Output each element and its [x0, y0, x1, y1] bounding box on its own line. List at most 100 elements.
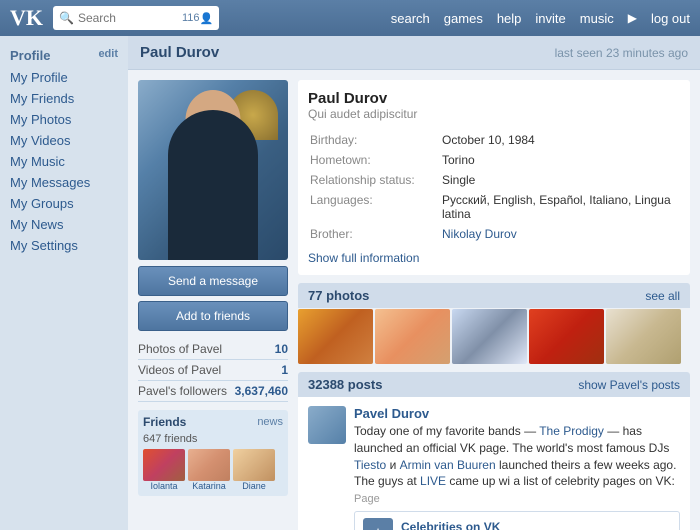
- sidebar-item-my-settings[interactable]: My Settings: [0, 235, 128, 256]
- nav-logout[interactable]: log out: [651, 11, 690, 26]
- profile-name-bar: Paul Durov: [140, 44, 219, 61]
- nav-search[interactable]: search: [391, 11, 430, 26]
- friend-name-1: Iolanta: [150, 481, 177, 491]
- shared-card-title: Celebrities on VK: [401, 520, 563, 530]
- photos-see-all-link[interactable]: see all: [645, 289, 680, 303]
- sidebar-item-my-profile[interactable]: My Profile: [0, 67, 128, 88]
- friend-img-2: [188, 449, 230, 481]
- languages-row: Languages: Русский, English, Español, It…: [310, 191, 678, 223]
- armin-link[interactable]: Armin van Buuren: [400, 458, 496, 472]
- posts-count-title: 32388 posts: [308, 377, 382, 392]
- post-content: Pavel Durov Today one of my favorite ban…: [354, 406, 680, 530]
- nav-games[interactable]: games: [444, 11, 483, 26]
- post-item: Pavel Durov Today one of my favorite ban…: [298, 398, 690, 530]
- show-full-link[interactable]: Show full information: [308, 251, 680, 265]
- photo-thumb-3[interactable]: [452, 309, 527, 364]
- hometown-value: Torino: [442, 151, 678, 169]
- sidebar-item-my-groups[interactable]: My Groups: [0, 193, 128, 214]
- photos-stat-value[interactable]: 10: [275, 342, 288, 356]
- page-label: Page: [354, 493, 680, 505]
- profile-tagline: Qui audet adipiscitur: [308, 107, 680, 121]
- languages-value: Русский, English, Español, Italiano, Lin…: [442, 191, 678, 223]
- top-navigation: VK 🔍 116 👤 search games help invite musi…: [0, 0, 700, 36]
- relationship-value: Single: [442, 171, 678, 189]
- sidebar-item-my-photos[interactable]: My Photos: [0, 109, 128, 130]
- profile-avatar: [138, 80, 288, 260]
- friends-news-link[interactable]: news: [257, 416, 283, 428]
- sidebar-item-my-friends[interactable]: My Friends: [0, 88, 128, 109]
- languages-label: Languages:: [310, 191, 440, 223]
- nav-music[interactable]: music: [580, 11, 614, 26]
- shared-card-info: Celebrities on VK Artists, Musicians and…: [401, 520, 563, 530]
- photo-thumb-1[interactable]: [298, 309, 373, 364]
- nav-help[interactable]: help: [497, 11, 522, 26]
- profile-info-card: Paul Durov Qui audet adipiscitur Birthda…: [298, 80, 690, 275]
- sidebar-item-my-music[interactable]: My Music: [0, 151, 128, 172]
- search-box[interactable]: 🔍 116 👤: [53, 6, 219, 30]
- videos-stat-value[interactable]: 1: [281, 363, 288, 377]
- live-link[interactable]: LIVE: [420, 474, 446, 488]
- brother-label: Brother:: [310, 225, 440, 243]
- relationship-label: Relationship status:: [310, 171, 440, 189]
- add-to-friends-button[interactable]: Add to friends: [138, 301, 288, 331]
- friends-box: Friends news 647 friends Iolanta Katarin…: [138, 410, 288, 496]
- friends-avatars: Iolanta Katarina Diane: [143, 449, 283, 491]
- photo-thumb-2[interactable]: [375, 309, 450, 364]
- photo-thumb-4[interactable]: [529, 309, 604, 364]
- sidebar: Profile edit My Profile My Friends My Ph…: [0, 36, 128, 530]
- friend-item-2[interactable]: Katarina: [188, 449, 230, 491]
- sidebar-item-my-videos[interactable]: My Videos: [0, 130, 128, 151]
- post-text: Today one of my favorite bands — The Pro…: [354, 423, 680, 490]
- photos-stat-label: Photos of Pavel: [138, 342, 222, 356]
- profile-stats: Photos of Pavel 10 Videos of Pavel 1 Pav…: [138, 339, 288, 402]
- tiesto-link[interactable]: Tiesto: [354, 458, 386, 472]
- left-column: Send a message Add to friends Photos of …: [138, 80, 288, 530]
- brother-link[interactable]: Nikolay Durov: [442, 227, 517, 241]
- photos-stat-row: Photos of Pavel 10: [138, 339, 288, 360]
- edit-link[interactable]: edit: [98, 48, 118, 60]
- search-user-icon: 👤: [200, 12, 214, 25]
- nav-links: search games help invite music ▶ log out: [391, 11, 690, 26]
- photos-section: 77 photos see all: [298, 283, 690, 364]
- photo-thumb-5[interactable]: [606, 309, 681, 364]
- relationship-row: Relationship status: Single: [310, 171, 678, 189]
- send-message-button[interactable]: Send a message: [138, 266, 288, 296]
- brother-value[interactable]: Nikolay Durov: [442, 225, 678, 243]
- profile-fullname: Paul Durov: [308, 90, 680, 107]
- profile-header-bar: Paul Durov last seen 23 minutes ago: [128, 36, 700, 70]
- sidebar-item-my-messages[interactable]: My Messages: [0, 172, 128, 193]
- videos-stat-label: Videos of Pavel: [138, 363, 221, 377]
- post-author-avatar[interactable]: [308, 406, 346, 444]
- shared-card-icon: ★: [363, 518, 393, 530]
- search-input[interactable]: [78, 11, 178, 25]
- avatar-figure: [168, 110, 258, 260]
- friends-title: Friends: [143, 415, 186, 429]
- hometown-row: Hometown: Torino: [310, 151, 678, 169]
- nav-invite[interactable]: invite: [535, 11, 565, 26]
- photos-section-bar: 77 photos see all: [298, 283, 690, 308]
- sidebar-item-my-news[interactable]: My News: [0, 214, 128, 235]
- followers-stat-row: Pavel's followers 3,637,460: [138, 381, 288, 402]
- info-table: Birthday: October 10, 1984 Hometown: Tor…: [308, 129, 680, 245]
- search-icon: 🔍: [59, 11, 74, 25]
- videos-stat-row: Videos of Pavel 1: [138, 360, 288, 381]
- search-count: 116: [182, 12, 200, 24]
- friend-name-3: Diane: [242, 481, 266, 491]
- shared-card[interactable]: ★ Celebrities on VK Artists, Musicians a…: [354, 511, 680, 530]
- content-area: Paul Durov last seen 23 minutes ago Send…: [128, 36, 700, 530]
- post-author-name[interactable]: Pavel Durov: [354, 406, 429, 421]
- birthday-label: Birthday:: [310, 131, 440, 149]
- photos-strip: [298, 309, 690, 364]
- followers-stat-value[interactable]: 3,637,460: [235, 384, 288, 398]
- prodigy-link[interactable]: The Prodigy: [539, 424, 604, 438]
- friends-count: 647 friends: [143, 433, 283, 445]
- play-icon[interactable]: ▶: [628, 11, 637, 25]
- friend-item-1[interactable]: Iolanta: [143, 449, 185, 491]
- posts-section: 32388 posts show Pavel's posts Pavel Dur…: [298, 372, 690, 530]
- show-posts-link[interactable]: show Pavel's posts: [578, 378, 680, 392]
- right-column: Paul Durov Qui audet adipiscitur Birthda…: [298, 80, 690, 530]
- friend-item-3[interactable]: Diane: [233, 449, 275, 491]
- brother-row: Brother: Nikolay Durov: [310, 225, 678, 243]
- action-buttons: Send a message Add to friends: [138, 266, 288, 331]
- posts-section-bar: 32388 posts show Pavel's posts: [298, 372, 690, 397]
